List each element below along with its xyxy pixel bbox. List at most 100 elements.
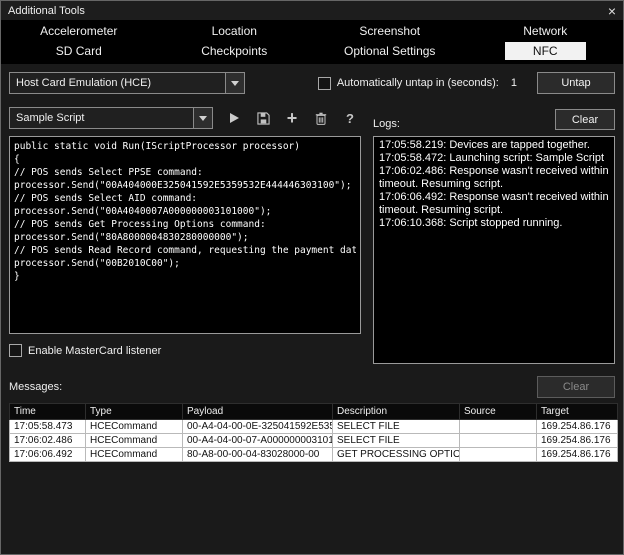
code-line: { bbox=[14, 154, 20, 165]
hce-mode-dropdown[interactable]: Host Card Emulation (HCE) bbox=[9, 72, 245, 94]
tab-sd-card[interactable]: SD Card bbox=[44, 42, 114, 60]
additional-tools-window: Additional Tools × Accelerometer Locatio… bbox=[0, 0, 624, 555]
tab-checkpoints[interactable]: Checkpoints bbox=[189, 42, 279, 60]
messages-table-header-row: Time Type Payload Description Source Tar… bbox=[9, 403, 618, 420]
cell-payload: 80-A8-00-00-04-83028000-00 bbox=[182, 447, 333, 462]
delete-script-icon[interactable] bbox=[313, 112, 329, 125]
col-header-time[interactable]: Time bbox=[9, 403, 86, 420]
tab-network[interactable]: Network bbox=[511, 22, 579, 40]
cell-description: SELECT FILE bbox=[332, 419, 460, 434]
chevron-down-icon[interactable] bbox=[193, 108, 212, 128]
table-row[interactable]: 17:06:06.492 HCECommand 80-A8-00-00-04-8… bbox=[9, 447, 618, 462]
mastercard-listener-label: Enable MasterCard listener bbox=[28, 344, 162, 357]
code-line: // POS sends Select AID command: bbox=[14, 193, 198, 204]
chevron-down-icon[interactable] bbox=[225, 73, 244, 93]
tab-optional-settings[interactable]: Optional Settings bbox=[332, 42, 447, 60]
log-entry: 17:06:06.492: Response wasn't received w… bbox=[379, 191, 609, 216]
auto-untap-label: Automatically untap in (seconds): bbox=[336, 77, 499, 89]
cell-target: 169.254.86.176 bbox=[536, 447, 618, 462]
logs-label: Logs: bbox=[373, 118, 400, 130]
log-entry: 17:05:58.472: Launching script: Sample S… bbox=[379, 152, 605, 164]
log-entry: 17:06:10.368: Script stopped running. bbox=[379, 217, 563, 229]
cell-type: HCECommand bbox=[85, 419, 183, 434]
cell-payload: 00-A4-04-00-07-A0000000031010-00 bbox=[182, 433, 333, 448]
auto-untap-checkbox[interactable] bbox=[317, 76, 331, 90]
script-toolbar: Sample Script + ? bbox=[9, 106, 361, 130]
untap-button[interactable]: Untap bbox=[537, 72, 615, 94]
cell-description: SELECT FILE bbox=[332, 433, 460, 448]
save-script-icon[interactable] bbox=[255, 111, 271, 125]
col-header-target[interactable]: Target bbox=[536, 403, 618, 420]
col-header-source[interactable]: Source bbox=[459, 403, 537, 420]
close-icon[interactable]: × bbox=[608, 4, 616, 18]
run-script-icon[interactable] bbox=[226, 112, 242, 124]
cell-time: 17:06:06.492 bbox=[9, 447, 86, 462]
cell-type: HCECommand bbox=[85, 447, 183, 462]
code-line: } bbox=[14, 271, 20, 282]
col-header-description[interactable]: Description bbox=[332, 403, 460, 420]
cell-source bbox=[459, 433, 537, 448]
script-dropdown-value: Sample Script bbox=[16, 112, 85, 124]
tab-cell: Network bbox=[468, 21, 624, 41]
mastercard-row: Enable MasterCard listener bbox=[9, 344, 361, 357]
clear-messages-button[interactable]: Clear bbox=[537, 376, 615, 398]
cell-time: 17:06:02.486 bbox=[9, 433, 86, 448]
tab-row-2: SD Card Checkpoints Optional Settings NF… bbox=[1, 41, 623, 61]
log-entry: 17:06:02.486: Response wasn't received w… bbox=[379, 165, 609, 190]
code-line: processor.Send("00A404000E325041592E5359… bbox=[14, 180, 352, 191]
script-dropdown[interactable]: Sample Script bbox=[9, 107, 213, 129]
cell-source bbox=[459, 419, 537, 434]
tab-cell: Optional Settings bbox=[312, 41, 468, 61]
auto-untap-group: Automatically untap in (seconds): 1 Unta… bbox=[317, 72, 615, 94]
title-bar: Additional Tools × bbox=[1, 1, 623, 20]
code-line: // POS sends Select PPSE command: bbox=[14, 167, 203, 178]
tab-screenshot[interactable]: Screenshot bbox=[347, 22, 432, 40]
cell-type: HCECommand bbox=[85, 433, 183, 448]
window-title: Additional Tools bbox=[8, 4, 85, 17]
messages-table: Time Type Payload Description Source Tar… bbox=[9, 403, 618, 462]
tab-accelerometer[interactable]: Accelerometer bbox=[28, 22, 129, 40]
hce-row: Host Card Emulation (HCE) Automatically … bbox=[9, 72, 615, 94]
cell-source bbox=[459, 447, 537, 462]
messages-label: Messages: bbox=[9, 381, 63, 393]
cell-target: 169.254.86.176 bbox=[536, 419, 618, 434]
tab-cell: Checkpoints bbox=[157, 41, 313, 61]
col-header-type[interactable]: Type bbox=[85, 403, 183, 420]
auto-untap-seconds-value[interactable]: 1 bbox=[511, 77, 517, 89]
nfc-panel: Host Card Emulation (HCE) Automatically … bbox=[1, 64, 623, 554]
col-header-payload[interactable]: Payload bbox=[182, 403, 333, 420]
code-line: processor.Send("80A8000004830280000000")… bbox=[14, 232, 249, 243]
tab-row-1: Accelerometer Location Screenshot Networ… bbox=[1, 21, 623, 41]
logs-header: Logs: Clear bbox=[373, 106, 615, 130]
tab-cell: Location bbox=[157, 21, 313, 41]
script-editor[interactable]: public static void Run(IScriptProcessor … bbox=[9, 136, 361, 334]
cell-description: GET PROCESSING OPTIONS bbox=[332, 447, 460, 462]
tab-cell: NFC bbox=[468, 41, 624, 61]
cell-target: 169.254.86.176 bbox=[536, 433, 618, 448]
add-script-icon[interactable]: + bbox=[284, 109, 300, 127]
tab-nfc[interactable]: NFC bbox=[504, 42, 586, 60]
cell-payload: 00-A4-04-00-0E-325041592E5359532E4444463… bbox=[182, 419, 333, 434]
tab-cell: Screenshot bbox=[312, 21, 468, 41]
logs-section: Logs: Clear 17:05:58.219: Devices are ta… bbox=[373, 106, 615, 364]
hce-mode-value: Host Card Emulation (HCE) bbox=[16, 77, 152, 89]
clear-logs-button[interactable]: Clear bbox=[555, 109, 615, 130]
logs-box[interactable]: 17:05:58.219: Devices are tapped togethe… bbox=[373, 136, 615, 364]
log-entry: 17:05:58.219: Devices are tapped togethe… bbox=[379, 139, 590, 151]
table-row[interactable]: 17:05:58.473 HCECommand 00-A4-04-00-0E-3… bbox=[9, 419, 618, 434]
mastercard-listener-checkbox[interactable] bbox=[9, 344, 22, 357]
tab-location[interactable]: Location bbox=[200, 22, 269, 40]
tab-strip: Accelerometer Location Screenshot Networ… bbox=[1, 20, 623, 64]
tab-cell: SD Card bbox=[1, 41, 157, 61]
code-line: // POS sends Read Record command, reques… bbox=[14, 245, 356, 256]
script-section: Sample Script + ? public static void Run… bbox=[9, 106, 361, 364]
help-icon[interactable]: ? bbox=[342, 111, 358, 126]
cell-time: 17:05:58.473 bbox=[9, 419, 86, 434]
code-line: processor.Send("00B2010C00"); bbox=[14, 258, 180, 269]
code-line: public static void Run(IScriptProcessor … bbox=[14, 141, 300, 152]
tab-cell: Accelerometer bbox=[1, 21, 157, 41]
code-line: // POS sends Get Processing Options comm… bbox=[14, 219, 266, 230]
code-line: processor.Send("00A4040007A0000000031010… bbox=[14, 206, 272, 217]
table-row[interactable]: 17:06:02.486 HCECommand 00-A4-04-00-07-A… bbox=[9, 433, 618, 448]
messages-header: Messages: Clear bbox=[9, 376, 615, 398]
